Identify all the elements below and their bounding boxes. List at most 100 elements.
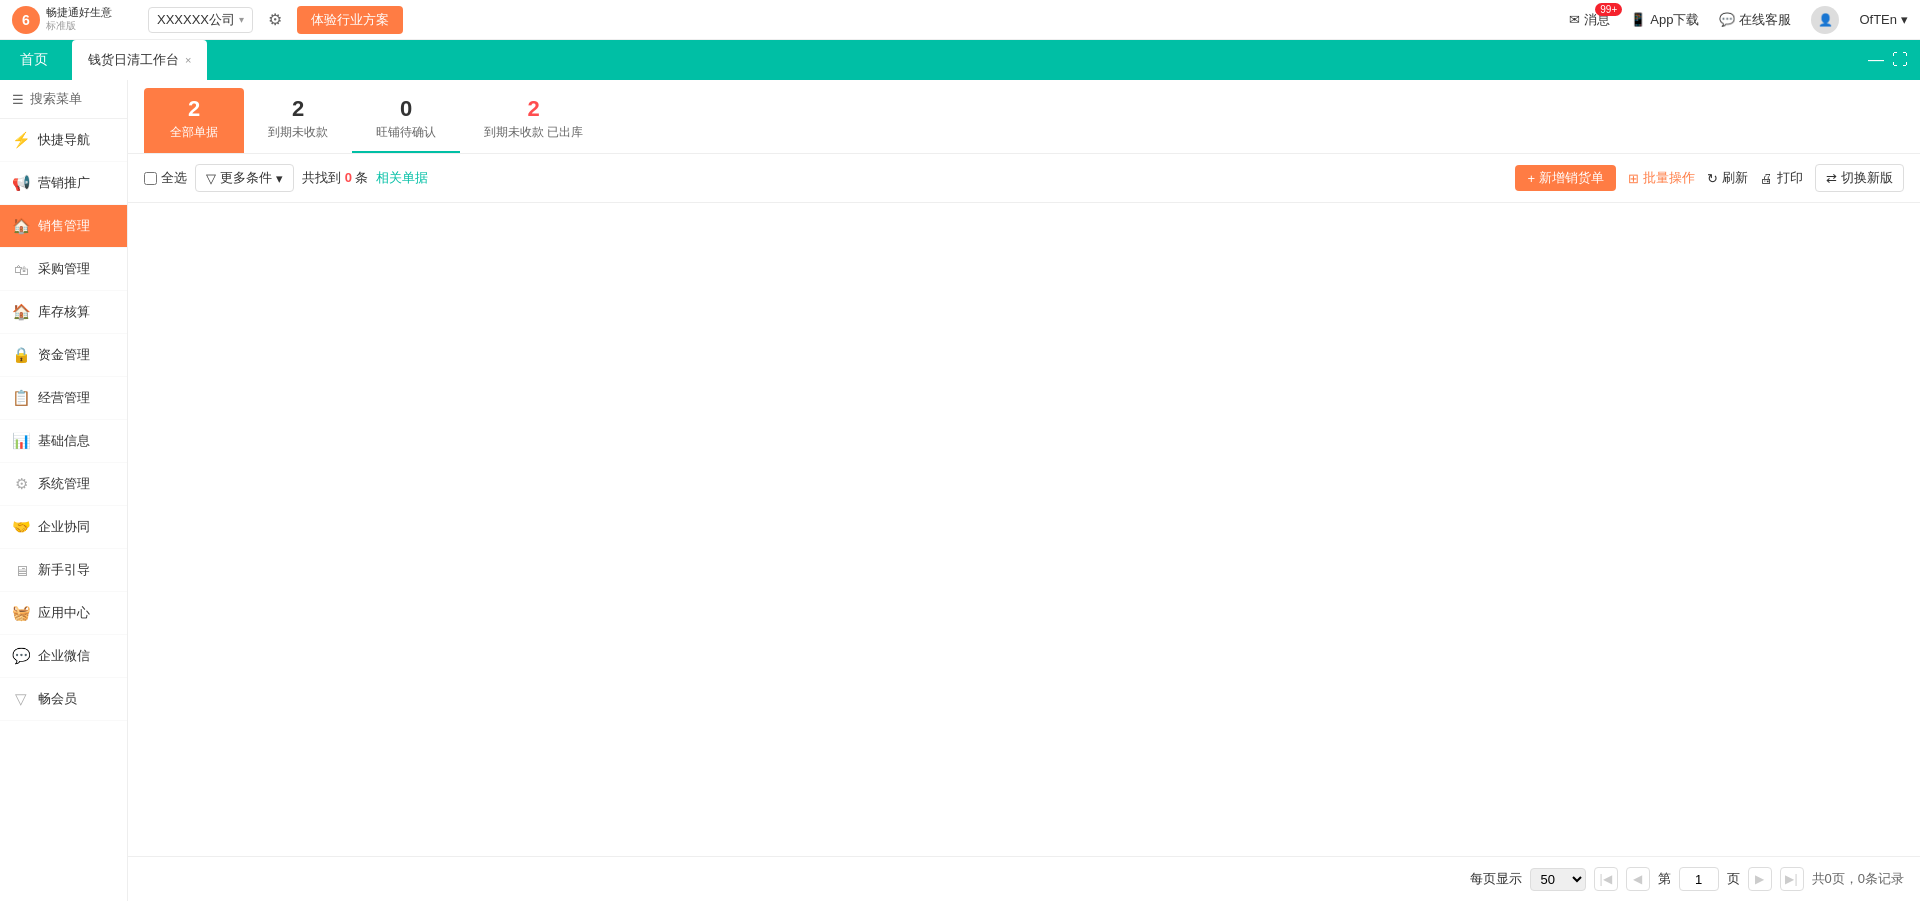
experience-button[interactable]: 体验行业方案 — [297, 6, 403, 34]
sidebar-item-enterprise-wechat-label: 企业微信 — [38, 647, 90, 665]
tab-minimize-button[interactable]: — — [1868, 51, 1884, 69]
marketing-icon: 📢 — [12, 174, 30, 192]
stat-label-shipped: 到期未收款 已出库 — [484, 124, 583, 141]
member-icon: ▽ — [12, 690, 30, 708]
logo-text: 畅捷通好生意 — [46, 6, 112, 19]
settings-button[interactable]: ⚙ — [261, 6, 289, 34]
pagination-bar: 每页显示 50 100 200 |◀ ◀ 第 页 ▶ ▶| 共0页，0条记录 — [128, 856, 1920, 901]
header-right: ✉ 消息 99+ 📱 App下载 💬 在线客服 👤 OfTEn ▾ — [1569, 6, 1908, 34]
filter-button[interactable]: ▽ 更多条件 ▾ — [195, 164, 294, 192]
app-download-button[interactable]: 📱 App下载 — [1630, 11, 1699, 29]
avatar[interactable]: 👤 — [1811, 6, 1839, 34]
new-sale-label: 新增销货单 — [1539, 169, 1604, 187]
sidebar-item-sales-mgmt[interactable]: 🏠 销售管理 — [0, 205, 127, 248]
sidebar-item-business-mgmt[interactable]: 📋 经营管理 — [0, 377, 127, 420]
logo-icon: 6 — [12, 6, 40, 34]
sidebar-item-finance-mgmt-label: 资金管理 — [38, 346, 90, 364]
sidebar-item-finance-mgmt[interactable]: 🔒 资金管理 — [0, 334, 127, 377]
sidebar-item-marketing[interactable]: 📢 营销推广 — [0, 162, 127, 205]
new-sale-button[interactable]: + 新增销货单 — [1515, 165, 1616, 191]
online-service-button[interactable]: 💬 在线客服 — [1719, 11, 1791, 29]
content-area: 2 全部单据 2 到期未收款 0 旺铺待确认 2 到期未收款 已出库 全选 — [128, 80, 1920, 901]
service-icon: 💬 — [1719, 12, 1735, 27]
next-page-button[interactable]: ▶ — [1748, 867, 1772, 891]
stats-tabs: 2 全部单据 2 到期未收款 0 旺铺待确认 2 到期未收款 已出库 — [128, 80, 1920, 154]
chevron-down-icon: ▾ — [239, 14, 244, 25]
related-link[interactable]: 相关单据 — [376, 169, 428, 187]
sidebar-item-purchase-mgmt-label: 采购管理 — [38, 260, 90, 278]
chevron-down-icon-filter: ▾ — [276, 171, 283, 186]
stat-tab-shipped[interactable]: 2 到期未收款 已出库 — [460, 88, 607, 153]
filter-icon: ▽ — [206, 171, 216, 186]
sales-mgmt-icon: 🏠 — [12, 217, 30, 235]
found-count: 0 — [345, 170, 352, 185]
first-page-button[interactable]: |◀ — [1594, 867, 1618, 891]
page-number-input[interactable] — [1679, 867, 1719, 891]
sidebar-item-purchase-mgmt[interactable]: 🛍 采购管理 — [0, 248, 127, 291]
message-badge: 99+ — [1595, 3, 1622, 16]
page-total: 共0页，0条记录 — [1812, 870, 1904, 888]
sidebar-item-business-mgmt-label: 经营管理 — [38, 389, 90, 407]
print-icon: 🖨 — [1760, 171, 1773, 186]
switch-label: 切换新版 — [1841, 169, 1893, 187]
company-name: XXXXXX公司 — [157, 11, 235, 29]
toolbar: 全选 ▽ 更多条件 ▾ 共找到 0 条 相关单据 + 新增销货单 — [128, 154, 1920, 203]
logo-badge: 标准版 — [46, 19, 112, 33]
sidebar-item-newbie-guide-label: 新手引导 — [38, 561, 90, 579]
sidebar-item-newbie-guide[interactable]: 🖥 新手引导 — [0, 549, 127, 592]
select-all-input[interactable] — [144, 172, 157, 185]
download-icon: 📱 — [1630, 12, 1646, 27]
tab-maximize-button[interactable]: ⛶ — [1892, 51, 1908, 69]
app-download-label: App下载 — [1650, 11, 1699, 29]
app-center-icon: 🧺 — [12, 604, 30, 622]
table-area — [128, 203, 1920, 856]
tab-active[interactable]: 钱货日清工作台 × — [72, 40, 207, 80]
batch-op-button[interactable]: ⊞ 批量操作 — [1628, 169, 1695, 187]
sidebar-item-basic-info-label: 基础信息 — [38, 432, 90, 450]
search-icon: ☰ — [12, 92, 24, 107]
sidebar-item-basic-info[interactable]: 📊 基础信息 — [0, 420, 127, 463]
online-service-label: 在线客服 — [1739, 11, 1791, 29]
print-button[interactable]: 🖨 打印 — [1760, 169, 1803, 187]
stat-tab-pending[interactable]: 0 旺铺待确认 — [352, 88, 460, 153]
sidebar-item-system-mgmt[interactable]: ⚙ 系统管理 — [0, 463, 127, 506]
sidebar-search[interactable]: ☰ 搜索菜单 — [0, 80, 127, 119]
user-name[interactable]: OfTEn ▾ — [1859, 12, 1908, 27]
stat-label-overdue: 到期未收款 — [268, 124, 328, 141]
stat-tab-all[interactable]: 2 全部单据 — [144, 88, 244, 153]
plus-icon: + — [1527, 171, 1535, 186]
last-page-button[interactable]: ▶| — [1780, 867, 1804, 891]
refresh-label: 刷新 — [1722, 169, 1748, 187]
sidebar-item-inventory[interactable]: 🏠 库存核算 — [0, 291, 127, 334]
logo-area: 6 畅捷通好生意 标准版 — [12, 6, 140, 34]
tab-right-actions: — ⛶ — [1868, 51, 1920, 69]
select-all-checkbox[interactable]: 全选 — [144, 169, 187, 187]
prev-page-button[interactable]: ◀ — [1626, 867, 1650, 891]
sidebar-item-member[interactable]: ▽ 畅会员 — [0, 678, 127, 721]
sidebar-item-quick-nav[interactable]: ⚡ 快捷导航 — [0, 119, 127, 162]
stat-label-pending: 旺铺待确认 — [376, 124, 436, 141]
refresh-button[interactable]: ↻ 刷新 — [1707, 169, 1748, 187]
per-page-label: 每页显示 — [1470, 870, 1522, 888]
message-icon: ✉ — [1569, 12, 1580, 27]
sidebar-item-enterprise-wechat[interactable]: 💬 企业微信 — [0, 635, 127, 678]
sidebar-item-enterprise-coop[interactable]: 🤝 企业协同 — [0, 506, 127, 549]
switch-version-button[interactable]: ⇄ 切换新版 — [1815, 164, 1904, 192]
sidebar: ☰ 搜索菜单 ⚡ 快捷导航 📢 营销推广 🏠 销售管理 🛍 采购管理 🏠 库存核… — [0, 80, 128, 901]
tab-home[interactable]: 首页 — [0, 40, 68, 80]
per-page-select[interactable]: 50 100 200 — [1530, 868, 1586, 891]
filter-label: 更多条件 — [220, 169, 272, 187]
top-header: 6 畅捷通好生意 标准版 XXXXXX公司 ▾ ⚙ 体验行业方案 ✉ 消息 99… — [0, 0, 1920, 40]
company-selector[interactable]: XXXXXX公司 ▾ — [148, 7, 253, 33]
tab-close-icon[interactable]: × — [185, 54, 191, 66]
sidebar-item-inventory-label: 库存核算 — [38, 303, 90, 321]
stat-tab-overdue[interactable]: 2 到期未收款 — [244, 88, 352, 153]
batch-op-icon: ⊞ — [1628, 171, 1639, 186]
page-text: 第 — [1658, 870, 1671, 888]
print-label: 打印 — [1777, 169, 1803, 187]
toolbar-left: 全选 ▽ 更多条件 ▾ 共找到 0 条 相关单据 — [144, 164, 1507, 192]
tab-active-label: 钱货日清工作台 — [88, 51, 179, 69]
message-button[interactable]: ✉ 消息 99+ — [1569, 11, 1610, 29]
sidebar-item-enterprise-coop-label: 企业协同 — [38, 518, 90, 536]
sidebar-item-app-center[interactable]: 🧺 应用中心 — [0, 592, 127, 635]
